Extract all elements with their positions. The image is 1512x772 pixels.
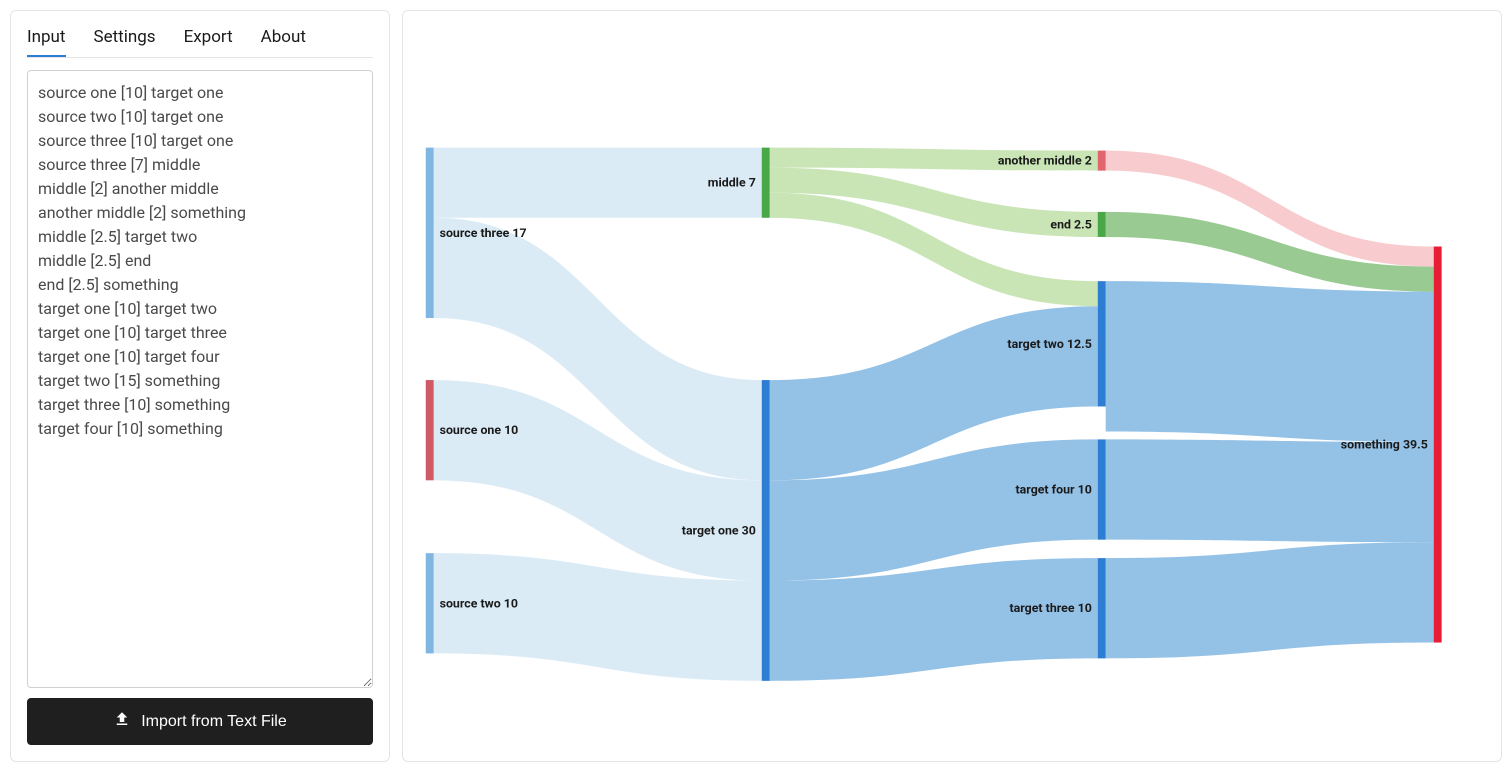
sankey-node-middle[interactable] bbox=[762, 148, 770, 218]
sankey-node-another_middle[interactable] bbox=[1098, 151, 1106, 171]
import-button-label: Import from Text File bbox=[141, 713, 287, 731]
sankey-node-something[interactable] bbox=[1434, 247, 1442, 643]
tab-settings[interactable]: Settings bbox=[94, 27, 156, 57]
tabs: Input Settings Export About bbox=[27, 27, 373, 58]
tab-about[interactable]: About bbox=[261, 27, 306, 57]
import-from-file-button[interactable]: Import from Text File bbox=[27, 698, 373, 745]
upload-icon bbox=[113, 710, 131, 733]
sankey-link bbox=[1106, 542, 1434, 658]
sankey-node-end[interactable] bbox=[1098, 212, 1106, 237]
sankey-label-middle: middle 7 bbox=[708, 177, 756, 191]
sankey-label-source_one: source one 10 bbox=[440, 424, 519, 438]
sankey-link bbox=[1106, 281, 1434, 442]
sankey-label-source_three: source three 17 bbox=[440, 227, 527, 241]
sankey-node-target_four[interactable] bbox=[1098, 439, 1106, 539]
flow-input-textarea[interactable] bbox=[27, 70, 373, 688]
tab-export[interactable]: Export bbox=[184, 27, 233, 57]
sankey-label-target_one: target one 30 bbox=[682, 524, 756, 538]
tab-input[interactable]: Input bbox=[27, 27, 66, 57]
left-panel: Input Settings Export About Import from … bbox=[10, 10, 390, 762]
sankey-label-target_four: target four 10 bbox=[1015, 484, 1091, 498]
sankey-node-source_two[interactable] bbox=[426, 553, 434, 653]
sankey-label-target_two: target two 12.5 bbox=[1007, 338, 1091, 352]
sankey-chart-panel: source three 17 source one 10 source two 1… bbox=[402, 10, 1502, 762]
sankey-link bbox=[1106, 439, 1434, 542]
sankey-label-target_three: target three 10 bbox=[1009, 602, 1091, 616]
sankey-node-target_one[interactable] bbox=[762, 380, 770, 681]
sankey-label-end: end 2.5 bbox=[1050, 218, 1091, 232]
sankey-label-something: something 39.5 bbox=[1341, 438, 1428, 452]
sankey-label-another_middle: another middle 2 bbox=[998, 155, 1092, 169]
sankey-node-source_one[interactable] bbox=[426, 380, 434, 480]
sankey-node-source_three[interactable] bbox=[426, 148, 434, 318]
sankey-node-target_two[interactable] bbox=[1098, 281, 1106, 406]
sankey-label-source_two: source two 10 bbox=[440, 597, 518, 611]
sankey-node-target_three[interactable] bbox=[1098, 558, 1106, 658]
sankey-diagram: source three 17 source one 10 source two 1… bbox=[403, 11, 1501, 761]
